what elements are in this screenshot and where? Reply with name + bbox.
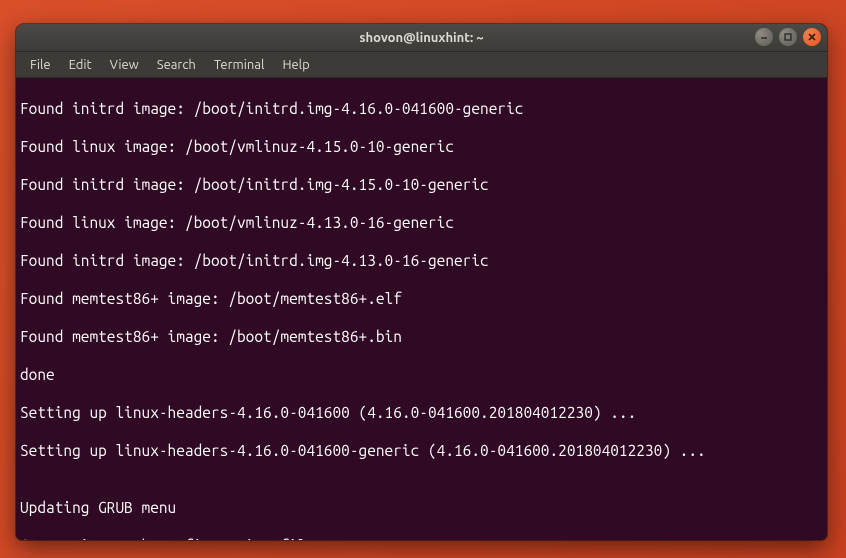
titlebar: shovon@linuxhint: ~ <box>16 24 827 52</box>
output-line: Found linux image: /boot/vmlinuz-4.15.0-… <box>20 137 823 156</box>
menu-edit[interactable]: Edit <box>61 55 100 75</box>
output-line: Setting up linux-headers-4.16.0-041600 (… <box>20 403 823 422</box>
output-line: Found memtest86+ image: /boot/memtest86+… <box>20 289 823 308</box>
close-icon <box>807 32 817 42</box>
window-controls <box>755 28 821 46</box>
menubar: File Edit View Search Terminal Help <box>16 52 827 78</box>
minimize-button[interactable] <box>755 28 773 46</box>
menu-terminal[interactable]: Terminal <box>206 55 273 75</box>
output-line: Found initrd image: /boot/initrd.img-4.1… <box>20 99 823 118</box>
maximize-button[interactable] <box>779 28 797 46</box>
output-line: Updating GRUB menu <box>20 498 823 517</box>
output-line: Setting up linux-headers-4.16.0-041600-g… <box>20 441 823 460</box>
output-line: done <box>20 365 823 384</box>
output-line: Found linux image: /boot/vmlinuz-4.13.0-… <box>20 213 823 232</box>
terminal-window: shovon@linuxhint: ~ File Edit View Searc… <box>16 24 827 540</box>
terminal-output[interactable]: Found initrd image: /boot/initrd.img-4.1… <box>16 78 827 540</box>
close-button[interactable] <box>803 28 821 46</box>
minimize-icon <box>759 32 769 42</box>
menu-search[interactable]: Search <box>149 55 204 75</box>
menu-view[interactable]: View <box>102 55 147 75</box>
output-line: Found initrd image: /boot/initrd.img-4.1… <box>20 251 823 270</box>
menu-help[interactable]: Help <box>274 55 317 75</box>
maximize-icon <box>783 32 793 42</box>
output-line: Generating grub configuration file ... <box>20 536 823 540</box>
menu-file[interactable]: File <box>22 55 59 75</box>
output-line: Found memtest86+ image: /boot/memtest86+… <box>20 327 823 346</box>
window-title: shovon@linuxhint: ~ <box>359 31 483 45</box>
output-line: Found initrd image: /boot/initrd.img-4.1… <box>20 175 823 194</box>
